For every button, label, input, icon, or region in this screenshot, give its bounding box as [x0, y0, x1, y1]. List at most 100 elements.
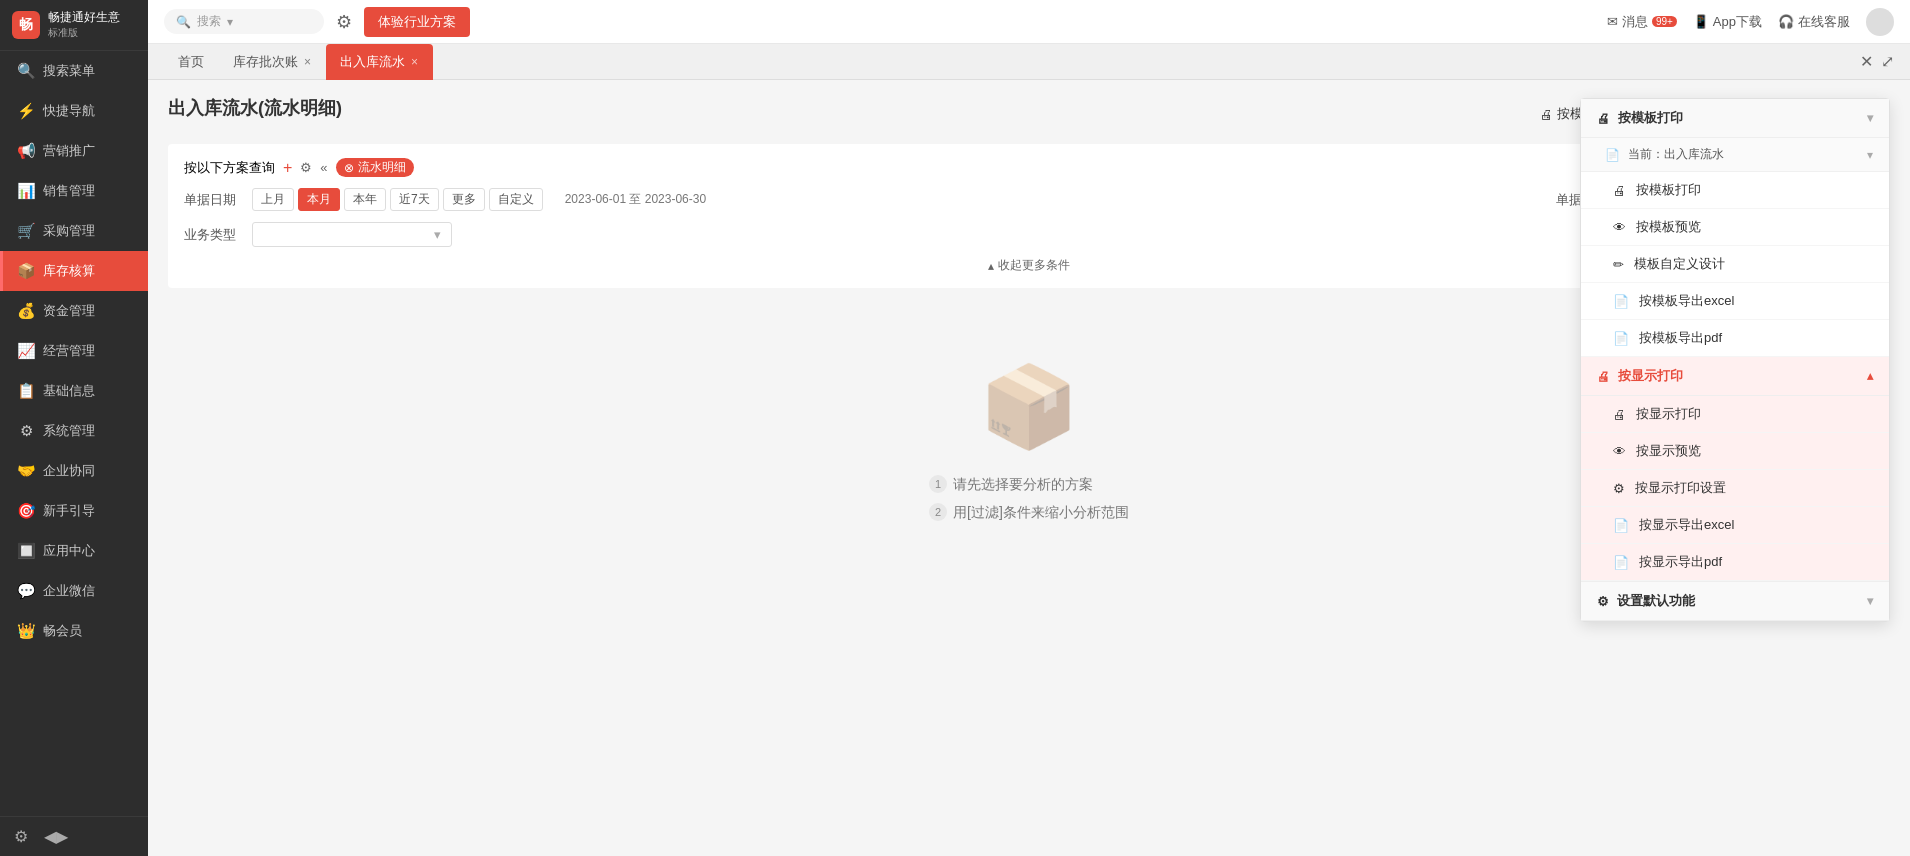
tab-batch-label: 库存批次账	[233, 53, 298, 71]
sidebar-label-finance: 资金管理	[43, 302, 95, 320]
sidebar-label-coop: 企业协同	[43, 462, 95, 480]
tab-home[interactable]: 首页	[164, 44, 219, 80]
dropdown-display-print-settings[interactable]: ⚙ 按显示打印设置	[1581, 470, 1889, 507]
tab-flow-close[interactable]: ×	[411, 55, 418, 69]
phone-icon: 📱	[1693, 14, 1709, 29]
sidebar-item-basic[interactable]: 📋 基础信息	[0, 371, 148, 411]
sidebar-item-member[interactable]: 👑 畅会员	[0, 611, 148, 651]
dropdown-display-print[interactable]: 🖨 按显示打印	[1581, 396, 1889, 433]
sidebar-item-system[interactable]: ⚙ 系统管理	[0, 411, 148, 451]
filter-settings-btn[interactable]: ⚙	[300, 160, 312, 175]
date-btn-this-month[interactable]: 本月	[298, 188, 340, 211]
topbar: 🔍 搜索 ▾ ⚙ 体验行业方案 ✉ 消息 99+ 📱 App下载 🎧 在线客服	[148, 0, 1910, 44]
filter-collapse-btn[interactable]: «	[320, 160, 327, 175]
date-btn-custom[interactable]: 自定义	[489, 188, 543, 211]
dropdown-display-preview[interactable]: 👁 按显示预览	[1581, 433, 1889, 470]
sidebar-item-wechat[interactable]: 💬 企业微信	[0, 571, 148, 611]
collapse-icon[interactable]: ◀▶	[44, 827, 68, 846]
sidebar-icon-guide: 🎯	[17, 502, 35, 520]
empty-tip-2: 2 用[过滤]条件来缩小分析范围	[929, 498, 1129, 526]
tab-flow-label: 出入库流水	[340, 53, 405, 71]
pdf-icon-d1: 📄	[1613, 555, 1629, 570]
sidebar-icon-marketing: 📢	[17, 142, 35, 160]
topbar-icons: ✉ 消息 99+ 📱 App下载 🎧 在线客服	[1607, 8, 1894, 36]
message-badge: 99+	[1652, 16, 1677, 27]
sidebar-item-quicknav[interactable]: ⚡ 快捷导航	[0, 91, 148, 131]
dropdown-template-export-pdf[interactable]: 📄 按模板导出pdf	[1581, 320, 1889, 357]
logo-icon: 畅	[12, 11, 40, 39]
template-print-label: 按模板打印	[1636, 181, 1701, 199]
message-icon: ✉	[1607, 14, 1618, 29]
sidebar-item-appcenter[interactable]: 🔲 应用中心	[0, 531, 148, 571]
display-print-settings-label: 按显示打印设置	[1635, 479, 1726, 497]
sidebar-item-purchase[interactable]: 🛒 采购管理	[0, 211, 148, 251]
tab-batch-close[interactable]: ×	[304, 55, 311, 69]
dropdown-display-export-excel[interactable]: 📄 按显示导出excel	[1581, 507, 1889, 544]
tip-text-2: 用[过滤]条件来缩小分析范围	[953, 498, 1129, 526]
date-btn-more[interactable]: 更多	[443, 188, 485, 211]
user-avatar[interactable]	[1866, 8, 1894, 36]
sidebar-label-marketing: 营销推广	[43, 142, 95, 160]
sidebar-item-marketing[interactable]: 📢 营销推广	[0, 131, 148, 171]
dropdown-section-display: 🖨 按显示打印 ▴	[1581, 357, 1889, 396]
tab-flow[interactable]: 出入库流水 ×	[326, 44, 433, 80]
filter-add-btn[interactable]: +	[283, 159, 292, 177]
chevron-up-more-icon: ▴	[988, 259, 994, 273]
sidebar-item-sales[interactable]: 📊 销售管理	[0, 171, 148, 211]
sidebar-label-guide: 新手引导	[43, 502, 95, 520]
sidebar-item-guide[interactable]: 🎯 新手引导	[0, 491, 148, 531]
display-export-excel-label: 按显示导出excel	[1639, 516, 1734, 534]
settings-gear-icon[interactable]: ⚙	[336, 11, 352, 33]
dropdown-section2-arrow[interactable]: ▴	[1867, 369, 1873, 383]
online-service-item[interactable]: 🎧 在线客服	[1778, 13, 1850, 31]
dropdown-section3-arrow[interactable]: ▾	[1867, 594, 1873, 608]
sidebar-label-wechat: 企业微信	[43, 582, 95, 600]
tip-num-2: 2	[929, 503, 947, 521]
message-icon-item[interactable]: ✉ 消息 99+	[1607, 13, 1677, 31]
dropdown-section-default[interactable]: ⚙ 设置默认功能 ▾	[1581, 581, 1889, 621]
app-download-item[interactable]: 📱 App下载	[1693, 13, 1762, 31]
dropdown-section-template: 🖨 按模板打印 ▾	[1581, 99, 1889, 138]
template-export-pdf-label: 按模板导出pdf	[1639, 329, 1722, 347]
sidebar-item-coop[interactable]: 🤝 企业协同	[0, 451, 148, 491]
biz-label: 业务类型	[184, 226, 236, 244]
tip-num-1: 1	[929, 475, 947, 493]
sidebar-item-inventory[interactable]: 📦 库存核算	[0, 251, 148, 291]
restore-icon[interactable]: ⤢	[1881, 52, 1894, 71]
settings-icon[interactable]: ⚙	[14, 827, 28, 846]
dropdown-section2-label: 按显示打印	[1618, 367, 1683, 385]
filter-tag[interactable]: ⊗ 流水明细	[336, 158, 414, 177]
dropdown-template-export-excel[interactable]: 📄 按模板导出excel	[1581, 283, 1889, 320]
dropdown-display-export-pdf[interactable]: 📄 按显示导出pdf	[1581, 544, 1889, 581]
search-placeholder: 搜索	[197, 13, 221, 30]
sidebar-icon-search: 🔍	[17, 62, 35, 80]
dropdown-section1-arrow[interactable]: ▾	[1867, 111, 1873, 125]
biz-type-select[interactable]: ▾	[252, 222, 452, 247]
template-preview-label: 按模板预览	[1636, 218, 1701, 236]
sidebar-item-finance[interactable]: 💰 资金管理	[0, 291, 148, 331]
collapse-more-btn[interactable]: ▴ 收起更多条件	[988, 257, 1070, 274]
excel-icon-t1: 📄	[1613, 294, 1629, 309]
close-all-icon[interactable]: ✕	[1860, 52, 1873, 71]
printer-icon: 🖨	[1540, 107, 1553, 122]
dropdown-template-design[interactable]: ✏ 模板自定义设计	[1581, 246, 1889, 283]
logo-sub: 标准版	[48, 26, 120, 40]
sidebar-icon-quicknav: ⚡	[17, 102, 35, 120]
design-icon-t1: ✏	[1613, 257, 1624, 272]
search-bar[interactable]: 🔍 搜索 ▾	[164, 9, 324, 34]
industry-btn[interactable]: 体验行业方案	[364, 7, 470, 37]
dropdown-template-print[interactable]: 🖨 按模板打印	[1581, 172, 1889, 209]
sidebar-item-search[interactable]: 🔍 搜索菜单	[0, 51, 148, 91]
sidebar-label-quicknav: 快捷导航	[43, 102, 95, 120]
sidebar-item-operation[interactable]: 📈 经营管理	[0, 331, 148, 371]
sidebar: 畅 畅捷通好生意 标准版 🔍 搜索菜单 ⚡ 快捷导航 📢 营销推广 📊 销售管理…	[0, 0, 148, 856]
tab-batch[interactable]: 库存批次账 ×	[219, 44, 326, 80]
sidebar-icon-appcenter: 🔲	[17, 542, 35, 560]
date-btn-last-month[interactable]: 上月	[252, 188, 294, 211]
date-btn-this-year[interactable]: 本年	[344, 188, 386, 211]
dropdown-section1-label: 按模板打印	[1618, 109, 1683, 127]
dropdown-template-preview[interactable]: 👁 按模板预览	[1581, 209, 1889, 246]
sidebar-label-member: 畅会员	[43, 622, 82, 640]
date-btn-7days[interactable]: 近7天	[390, 188, 439, 211]
empty-illustration: 📦	[979, 360, 1079, 454]
